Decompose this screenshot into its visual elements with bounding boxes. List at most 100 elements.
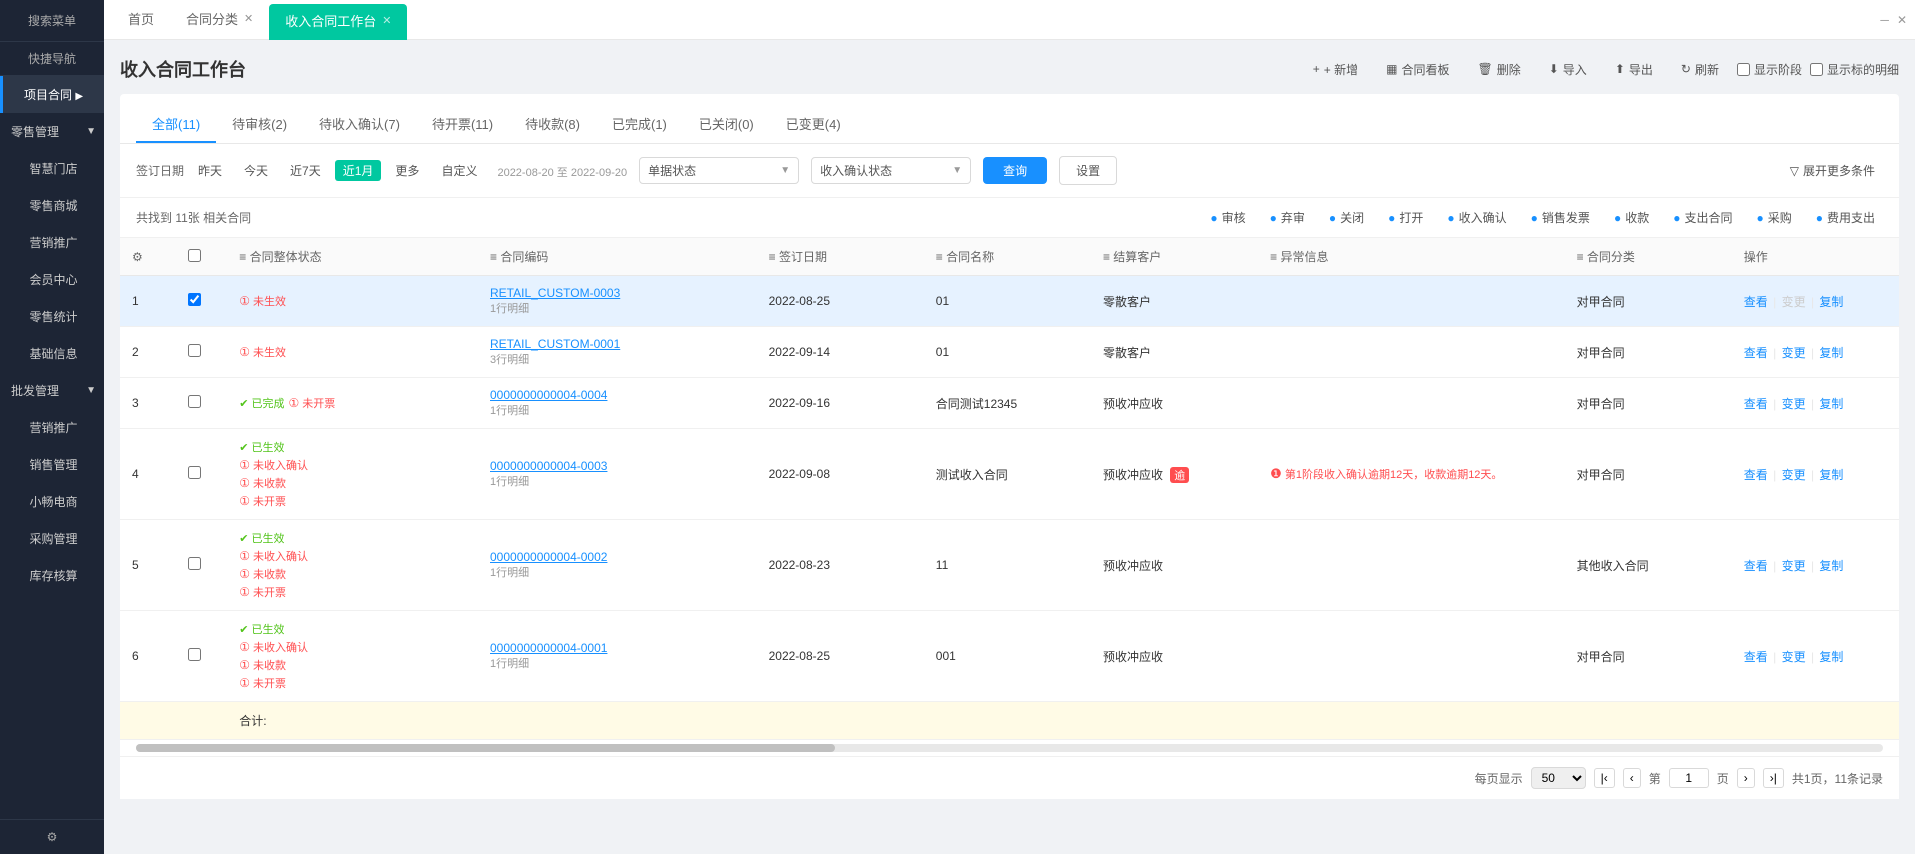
page-size-select[interactable]: 20 50 100 — [1531, 767, 1586, 789]
first-page-button[interactable]: |‹ — [1594, 768, 1615, 788]
doc-status-select[interactable]: 单据状态 ▼ — [639, 157, 799, 184]
refresh-button[interactable]: ↻ 刷新 — [1671, 57, 1729, 82]
col-header-code[interactable]: ≡ 合同编码 — [478, 238, 757, 276]
expand-conditions-button[interactable]: ▽ 展开更多条件 — [1782, 158, 1883, 183]
date-btn-custom[interactable]: 自定义 — [433, 160, 485, 181]
change-button[interactable]: 变更 — [1782, 295, 1806, 309]
close-contract-button[interactable]: ● 关闭 — [1321, 206, 1372, 229]
add-button[interactable]: + + 新增 — [1303, 57, 1368, 82]
row-checkbox-cell[interactable] — [176, 378, 228, 429]
sidebar-settings[interactable]: ⚙ — [0, 819, 104, 854]
income-confirm-select[interactable]: 收入确认状态 ▼ — [811, 157, 971, 184]
row-checkbox-cell[interactable] — [176, 429, 228, 520]
sales-invoice-button[interactable]: ● 销售发票 — [1523, 206, 1598, 229]
view-button[interactable]: 查看 — [1744, 468, 1768, 482]
date-btn-yesterday[interactable]: 昨天 — [190, 160, 230, 181]
col-header-name[interactable]: ≡ 合同名称 — [924, 238, 1091, 276]
row-checkbox[interactable] — [188, 293, 201, 306]
view-button[interactable]: 查看 — [1744, 559, 1768, 573]
row-checkbox[interactable] — [188, 557, 201, 570]
filter-tab-completed[interactable]: 已完成(1) — [596, 106, 683, 143]
row-checkbox[interactable] — [188, 648, 201, 661]
minimize-icon[interactable]: ─ — [1880, 13, 1889, 27]
row-checkbox-cell[interactable] — [176, 276, 228, 327]
review-button[interactable]: ● 审核 — [1202, 206, 1253, 229]
pay-contract-button[interactable]: ● 支出合同 — [1665, 206, 1740, 229]
copy-button[interactable]: 复制 — [1819, 468, 1843, 482]
row-checkbox[interactable] — [188, 344, 201, 357]
dashboard-button[interactable]: ▦ 合同看板 — [1376, 57, 1459, 82]
income-confirm-button[interactable]: ● 收入确认 — [1439, 206, 1514, 229]
change-button[interactable]: 变更 — [1782, 346, 1806, 360]
sidebar-item-member[interactable]: 会员中心 — [0, 261, 104, 298]
contract-code-link[interactable]: RETAIL_CUSTOM-0001 — [490, 337, 620, 351]
close-window-icon[interactable]: ✕ — [1897, 13, 1907, 27]
copy-button[interactable]: 复制 — [1819, 295, 1843, 309]
sidebar-item-wholesale[interactable]: 批发管理 ▼ — [0, 372, 104, 409]
contract-code-link[interactable]: 0000000000004-0003 — [490, 459, 607, 473]
show-stages-checkbox[interactable] — [1737, 63, 1750, 76]
change-button[interactable]: 变更 — [1782, 559, 1806, 573]
col-header-settings[interactable]: ⚙ — [120, 238, 176, 276]
contract-code-link[interactable]: RETAIL_CUSTOM-0003 — [490, 286, 620, 300]
horizontal-scrollbar[interactable] — [136, 744, 1883, 752]
tab-close-contract-cat[interactable]: ✕ — [244, 12, 253, 25]
show-detail-checkbox[interactable] — [1810, 63, 1823, 76]
filter-tab-pending-invoice[interactable]: 待开票(11) — [416, 106, 509, 143]
change-button[interactable]: 变更 — [1782, 397, 1806, 411]
print-button[interactable]: ● 打开 — [1380, 206, 1431, 229]
query-button[interactable]: 查询 — [983, 157, 1047, 184]
col-header-status[interactable]: ≡ 合同整体状态 — [227, 238, 478, 276]
tab-close-income-workbench[interactable]: ✕ — [382, 14, 391, 27]
expense-pay-button[interactable]: ● 费用支出 — [1808, 206, 1883, 229]
collect-button[interactable]: ● 收款 — [1606, 206, 1657, 229]
sidebar-item-xiaochangec[interactable]: 小畅电商 — [0, 483, 104, 520]
sidebar-quicknav[interactable]: 快捷导航 — [0, 42, 104, 76]
scroll-thumb[interactable] — [136, 744, 835, 752]
date-btn-1month[interactable]: 近1月 — [335, 160, 382, 181]
date-btn-today[interactable]: 今天 — [236, 160, 276, 181]
show-detail-checkbox-label[interactable]: 显示标的明细 — [1810, 61, 1899, 78]
sidebar-item-project[interactable]: 项目合同 ▶ — [0, 76, 104, 113]
col-header-type[interactable]: ≡ 合同分类 — [1565, 238, 1732, 276]
contract-code-link[interactable]: 0000000000004-0004 — [490, 388, 607, 402]
import-button[interactable]: ⬇ 导入 — [1539, 57, 1597, 82]
copy-button[interactable]: 复制 — [1819, 559, 1843, 573]
show-stages-checkbox-label[interactable]: 显示阶段 — [1737, 61, 1802, 78]
next-page-button[interactable]: › — [1737, 768, 1755, 788]
filter-tab-changed[interactable]: 已变更(4) — [770, 106, 857, 143]
abandon-button[interactable]: ● 弃审 — [1262, 206, 1313, 229]
row-checkbox[interactable] — [188, 466, 201, 479]
view-button[interactable]: 查看 — [1744, 397, 1768, 411]
sidebar-item-sales-mgmt[interactable]: 销售管理 — [0, 446, 104, 483]
view-button[interactable]: 查看 — [1744, 346, 1768, 360]
select-all-checkbox[interactable] — [188, 249, 201, 262]
col-header-customer[interactable]: ≡ 结算客户 — [1091, 238, 1258, 276]
sidebar-search[interactable]: 搜索菜单 — [0, 0, 104, 42]
export-button[interactable]: ⬆ 导出 — [1605, 57, 1663, 82]
change-button[interactable]: 变更 — [1782, 468, 1806, 482]
col-header-date[interactable]: ≡ 签订日期 — [757, 238, 924, 276]
sidebar-item-smart-store[interactable]: 智慧门店 — [0, 150, 104, 187]
contract-code-link[interactable]: 0000000000004-0001 — [490, 641, 607, 655]
filter-tab-pending-confirm[interactable]: 待收入确认(7) — [303, 106, 416, 143]
sidebar-item-marketing2[interactable]: 营销推广 — [0, 409, 104, 446]
tab-income-workbench[interactable]: 收入合同工作台 ✕ — [269, 4, 407, 40]
page-number-input[interactable] — [1669, 768, 1709, 788]
contract-code-link[interactable]: 0000000000004-0002 — [490, 550, 607, 564]
last-page-button[interactable]: ›| — [1763, 768, 1784, 788]
sidebar-item-purchase[interactable]: 采购管理 — [0, 520, 104, 557]
row-checkbox-cell[interactable] — [176, 520, 228, 611]
sidebar-item-marketing[interactable]: 营销推广 — [0, 224, 104, 261]
row-checkbox-cell[interactable] — [176, 327, 228, 378]
view-button[interactable]: 查看 — [1744, 295, 1768, 309]
sidebar-item-retail-stats[interactable]: 零售统计 — [0, 298, 104, 335]
copy-button[interactable]: 复制 — [1819, 397, 1843, 411]
filter-tab-all[interactable]: 全部(11) — [136, 106, 216, 143]
view-button[interactable]: 查看 — [1744, 650, 1768, 664]
settings-button[interactable]: 设置 — [1059, 156, 1117, 185]
col-header-check[interactable] — [176, 238, 228, 276]
sidebar-item-inventory[interactable]: 库存核算 — [0, 557, 104, 594]
col-header-error[interactable]: ≡ 异常信息 — [1258, 238, 1564, 276]
prev-page-button[interactable]: ‹ — [1623, 768, 1641, 788]
